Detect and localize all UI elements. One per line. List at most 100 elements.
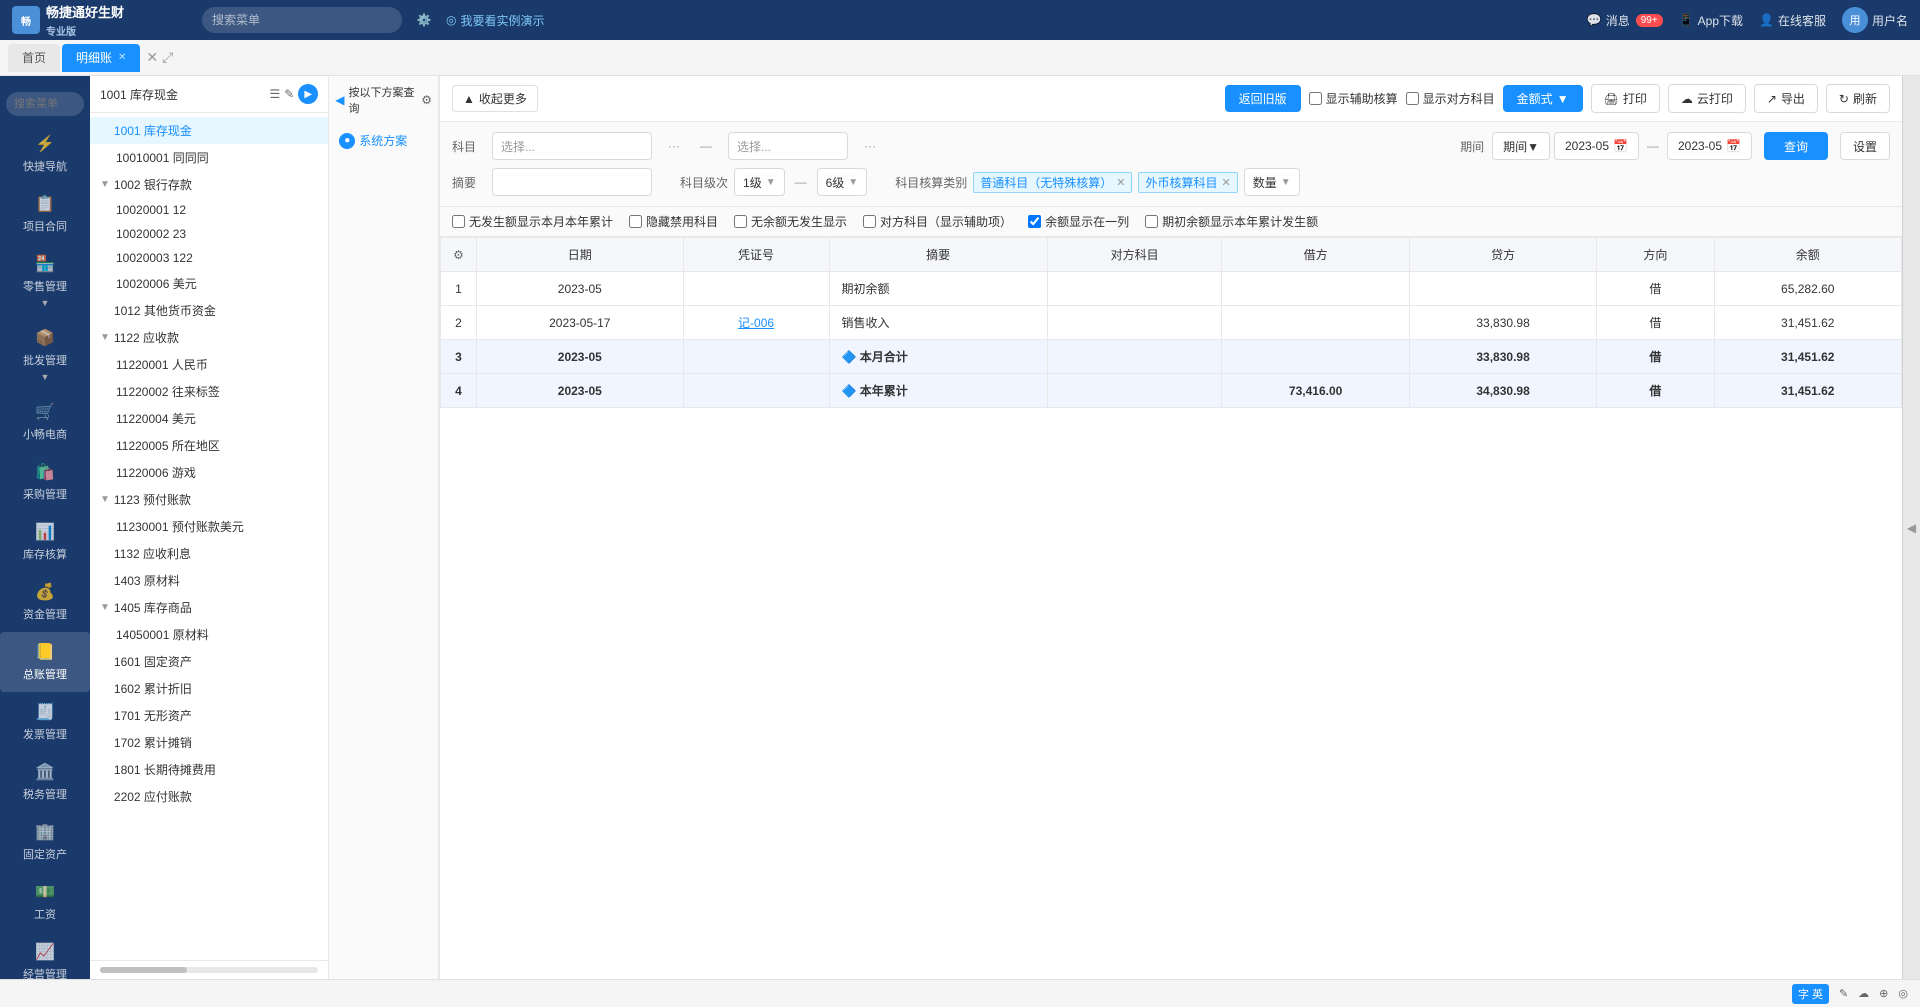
col-settings[interactable]: ⚙ <box>441 238 477 272</box>
sidebar-item-tax[interactable]: 🏛️ 税务管理 <box>0 752 90 812</box>
tree-item[interactable]: ▼1001 库存现金 <box>90 117 328 144</box>
tab-close-btn[interactable]: ✕ <box>118 52 126 63</box>
table-row[interactable]: 4 2023-05 🔷 本年累计 73,416.00 34,830.98 借 3… <box>441 374 1902 408</box>
online-service-btn[interactable]: 👤 在线客服 <box>1759 12 1826 29</box>
tree-item[interactable]: ▼1601 固定资产 <box>90 648 328 675</box>
checkbox-contra-input[interactable] <box>863 215 876 228</box>
table-row[interactable]: 3 2023-05 🔷 本月合计 33,830.98 借 31,451.62 <box>441 340 1902 374</box>
table-row[interactable]: 2 2023-05-17 记-006 销售收入 33,830.98 借 31,4… <box>441 306 1902 340</box>
refresh-btn[interactable]: ↻ 刷新 <box>1826 84 1890 113</box>
system-scheme-item[interactable]: ● 系统方案 <box>335 128 432 153</box>
checkbox-no-balance[interactable]: 无发生额显示本月本年累计 <box>452 213 613 230</box>
period-from-select[interactable]: 期间▼ <box>1492 132 1550 160</box>
sidebar-item-wholesale[interactable]: 📦 批发管理 ▼ <box>0 318 90 392</box>
col-settings-icon[interactable]: ⚙ <box>453 248 464 262</box>
sidebar-item-funds[interactable]: 💰 资金管理 <box>0 572 90 632</box>
tree-item[interactable]: 14050001 原材料 <box>90 621 328 648</box>
tree-list-icon[interactable]: ☰ <box>269 87 280 101</box>
tree-item[interactable]: 11220004 美元 <box>90 405 328 432</box>
checkbox-no-balance-input[interactable] <box>452 215 465 228</box>
tree-item[interactable]: 10010001 同同同 <box>90 144 328 171</box>
tag-close-2[interactable]: ✕ <box>1221 176 1230 189</box>
user-area[interactable]: 用 用户名 <box>1842 7 1908 33</box>
sidebar-item-ecommerce[interactable]: 🛒 小畅电商 <box>0 392 90 452</box>
cloud-status-icon[interactable]: ☁ <box>1858 987 1869 1000</box>
tree-item[interactable]: 10020002 23 <box>90 222 328 246</box>
target-status-icon[interactable]: ◎ <box>1898 987 1908 1000</box>
next-account-btn[interactable]: ▶ <box>298 84 318 104</box>
sidebar-item-invoice[interactable]: 🧾 发票管理 <box>0 692 90 752</box>
tree-item[interactable]: 10020001 12 <box>90 198 328 222</box>
export-btn[interactable]: ↗ 导出 <box>1754 84 1818 113</box>
expand-tabs-btn[interactable]: ⤢ <box>162 49 173 66</box>
tree-edit-icon[interactable]: ✎ <box>284 87 294 101</box>
period-to-value[interactable]: 2023-05 📅 <box>1667 132 1752 160</box>
demo-link[interactable]: ◎ 我要看实例演示 <box>446 12 545 29</box>
tree-item[interactable]: ▼1602 累计折旧 <box>90 675 328 702</box>
tree-item[interactable]: ▼1403 原材料 <box>90 567 328 594</box>
show-contra-checkbox[interactable]: 显示对方科目 <box>1406 90 1495 107</box>
voucher-link[interactable]: 记-006 <box>683 306 829 340</box>
right-sidebar-collapsed[interactable]: ◀ <box>1902 76 1920 979</box>
query-settings-icon[interactable]: ⚙ <box>421 93 432 107</box>
sidebar-search-input[interactable] <box>6 92 84 116</box>
tree-item[interactable]: 11230001 预付账款美元 <box>90 513 328 540</box>
sidebar-item-management[interactable]: 📈 经营管理 <box>0 932 90 979</box>
table-row[interactable]: 1 2023-05 期初余额 借 65,282.60 <box>441 272 1902 306</box>
level-from-select[interactable]: 1级 ▼ <box>734 168 785 196</box>
app-download-btn[interactable]: 📱 App下载 <box>1679 12 1743 29</box>
sidebar-item-retail[interactable]: 🏪 零售管理 ▼ <box>0 244 90 318</box>
sidebar-item-inventory[interactable]: 📊 库存核算 <box>0 512 90 572</box>
tree-item[interactable]: ▼1702 累计摊销 <box>90 729 328 756</box>
sidebar-item-fixed-assets[interactable]: 🏢 固定资产 <box>0 812 90 872</box>
checkbox-hide-disabled[interactable]: 隐藏禁用科目 <box>629 213 718 230</box>
tab-detail-account[interactable]: 明细账 ✕ <box>62 44 140 72</box>
return-old-btn[interactable]: 返回旧版 <box>1225 85 1301 112</box>
sidebar-item-ledger[interactable]: 📒 总账管理 <box>0 632 90 692</box>
settings-icon[interactable]: ⚙️ <box>412 8 436 32</box>
tree-item[interactable]: ▼2202 应付账款 <box>90 783 328 810</box>
add-status-icon[interactable]: ⊕ <box>1879 987 1888 1000</box>
period-from-value[interactable]: 2023-05 📅 <box>1554 132 1639 160</box>
lang-btn[interactable]: 字 英 <box>1792 984 1829 1004</box>
checkbox-balance-col[interactable]: 余额显示在一列 <box>1028 213 1129 230</box>
tree-item[interactable]: ▼1801 长期待摊费用 <box>90 756 328 783</box>
sidebar-item-project[interactable]: 📋 项目合同 <box>0 184 90 244</box>
tab-home[interactable]: 首页 <box>8 44 60 72</box>
sidebar-item-quick-nav[interactable]: ⚡ 快捷导航 <box>0 124 90 184</box>
tree-item[interactable]: 11220005 所在地区 <box>90 432 328 459</box>
print-btn[interactable]: 🖨 打印 <box>1591 84 1660 113</box>
checkbox-opening-balance[interactable]: 期初余额显示本年累计发生额 <box>1145 213 1318 230</box>
setting-btn[interactable]: 设置 <box>1840 132 1890 160</box>
tree-item[interactable]: ▼1012 其他货币资金 <box>90 297 328 324</box>
checkbox-balance-col-input[interactable] <box>1028 215 1041 228</box>
summary-input[interactable] <box>492 168 652 196</box>
tree-item[interactable]: ▼1002 银行存款 <box>90 171 328 198</box>
messages-btn[interactable]: 💬 消息 99+ <box>1587 12 1663 29</box>
checkbox-no-balance-show[interactable]: 无余额无发生显示 <box>734 213 847 230</box>
checkbox-no-balance-show-input[interactable] <box>734 215 747 228</box>
checkbox-hide-disabled-input[interactable] <box>629 215 642 228</box>
subject-select-end[interactable]: 选择... <box>728 132 848 160</box>
horizontal-scrollbar[interactable] <box>100 967 318 973</box>
checkbox-opening-balance-input[interactable] <box>1145 215 1158 228</box>
query-btn[interactable]: 查询 <box>1764 132 1828 160</box>
sidebar-item-salary[interactable]: 💵 工资 <box>0 872 90 932</box>
cloud-print-btn[interactable]: ☁ 云打印 <box>1668 84 1746 113</box>
tree-item[interactable]: 11220002 往来标签 <box>90 378 328 405</box>
tree-item[interactable]: ▼1123 预付账款 <box>90 486 328 513</box>
collapse-more-btn[interactable]: ▲ 收起更多 <box>452 85 538 112</box>
tree-item[interactable]: ▼1122 应收款 <box>90 324 328 351</box>
collapse-query-btn[interactable]: ◀ <box>335 93 344 107</box>
checkbox-contra[interactable]: 对方科目（显示辅助项） <box>863 213 1012 230</box>
top-search-input[interactable] <box>202 7 402 33</box>
subject-select[interactable]: 选择... <box>492 132 652 160</box>
show-aux-checkbox[interactable]: 显示辅助核算 <box>1309 90 1398 107</box>
tree-item[interactable]: 10020003 122 <box>90 246 328 270</box>
tree-item[interactable]: 11220001 人民币 <box>90 351 328 378</box>
sidebar-item-purchase[interactable]: 🛍️ 采购管理 <box>0 452 90 512</box>
edit-icon[interactable]: ✎ <box>1839 987 1848 1000</box>
level-to-select[interactable]: 6级 ▼ <box>817 168 868 196</box>
close-all-tabs-btn[interactable]: ✕ <box>146 49 158 66</box>
tree-item[interactable]: ▼1701 无形资产 <box>90 702 328 729</box>
